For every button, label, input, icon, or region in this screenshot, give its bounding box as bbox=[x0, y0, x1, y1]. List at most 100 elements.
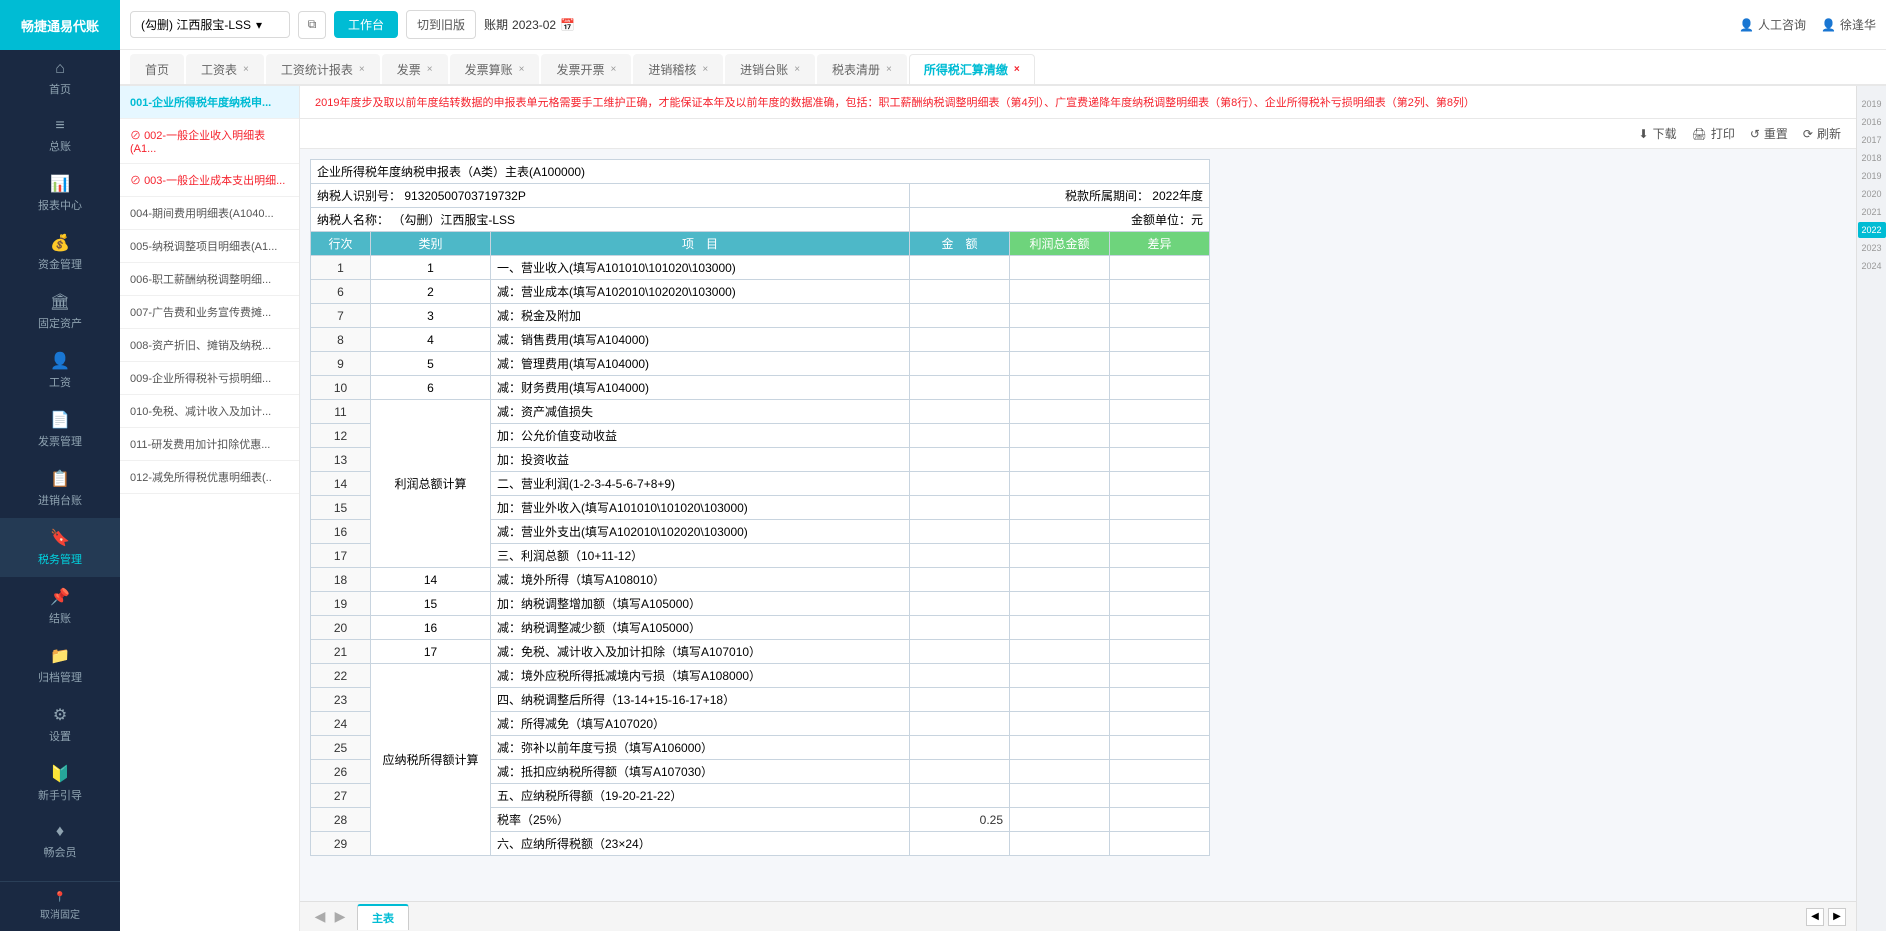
tab-salary[interactable]: 工资表 × bbox=[186, 54, 264, 84]
form-list-item-003[interactable]: ⊘ 003-一般企业成本支出明细... bbox=[120, 164, 299, 197]
row-amount-15[interactable] bbox=[910, 616, 1010, 640]
tab-close-icon[interactable]: × bbox=[519, 64, 525, 75]
tab-close-icon[interactable]: × bbox=[243, 64, 249, 75]
tab-salary-stats[interactable]: 工资统计报表 × bbox=[266, 54, 380, 84]
tab-close-icon[interactable]: × bbox=[359, 64, 365, 75]
hscroll-right[interactable]: ▶ bbox=[1828, 908, 1846, 926]
row-amount-16[interactable] bbox=[910, 640, 1010, 664]
row-amount-9[interactable] bbox=[910, 472, 1010, 496]
form-list-item-008[interactable]: 008-资产折旧、摊销及纳税... bbox=[120, 329, 299, 362]
form-list-item-006[interactable]: 006-职工薪酬纳税调整明细... bbox=[120, 263, 299, 296]
sidebar-item-invoice[interactable]: 📄 发票管理 bbox=[0, 400, 120, 459]
row-amount-22[interactable] bbox=[910, 784, 1010, 808]
download-button[interactable]: ⬇ 下载 bbox=[1639, 125, 1677, 142]
tab-close-icon[interactable]: × bbox=[427, 64, 433, 75]
sidebar-item-tax[interactable]: 🔖 税务管理 bbox=[0, 518, 120, 577]
sidebar-item-finance[interactable]: 💰 资金管理 bbox=[0, 223, 120, 282]
tab-purchase-ledger[interactable]: 进销台账 × bbox=[725, 54, 815, 84]
form-list-item-011[interactable]: 011-研发费用加计扣除优惠... bbox=[120, 428, 299, 461]
tab-invoice[interactable]: 发票 × bbox=[382, 54, 448, 84]
row-amount-21[interactable] bbox=[910, 760, 1010, 784]
sidebar-item-member[interactable]: ♦ 畅会员 bbox=[0, 813, 120, 870]
sheet-nav-prev[interactable]: ◀ bbox=[310, 907, 330, 927]
row-amount-3[interactable] bbox=[910, 328, 1010, 352]
tab-close-icon[interactable]: × bbox=[886, 64, 892, 75]
timeline-year-2020[interactable]: 2020 bbox=[1858, 186, 1886, 202]
sidebar-item-assets[interactable]: 🏛 固定资产 bbox=[0, 282, 120, 341]
row-amount-24[interactable] bbox=[910, 832, 1010, 856]
row-amount-12[interactable] bbox=[910, 544, 1010, 568]
row-amount-19[interactable] bbox=[910, 712, 1010, 736]
tab-close-icon[interactable]: × bbox=[1014, 64, 1020, 75]
tab-purchase-audit[interactable]: 进销稽核 × bbox=[633, 54, 723, 84]
form-list-item-007[interactable]: 007-广告费和业务宣传费摊... bbox=[120, 296, 299, 329]
user-profile[interactable]: 👤 徐逢华 bbox=[1821, 16, 1876, 33]
sidebar-item-archive[interactable]: 📁 归档管理 bbox=[0, 636, 120, 695]
tab-income-tax[interactable]: 所得税汇算清缴 × bbox=[909, 54, 1035, 84]
row-amount-17[interactable] bbox=[910, 664, 1010, 688]
hscroll-left[interactable]: ◀ bbox=[1806, 908, 1824, 926]
switch-version-button[interactable]: 切到旧版 bbox=[406, 10, 476, 39]
timeline-year-2017[interactable]: 2017 bbox=[1858, 132, 1886, 148]
timeline-year-2019-top[interactable]: 2019 bbox=[1858, 96, 1886, 112]
sheet-nav-next[interactable]: ▶ bbox=[330, 907, 350, 927]
sidebar-item-purchase[interactable]: 📋 进销台账 bbox=[0, 459, 120, 518]
copy-icon-btn[interactable]: ⧉ bbox=[298, 11, 326, 39]
tab-close-icon[interactable]: × bbox=[702, 64, 708, 75]
row-amount-7[interactable] bbox=[910, 424, 1010, 448]
print-button[interactable]: 🖨 打印 bbox=[1692, 125, 1735, 142]
sidebar-item-salary[interactable]: 👤 工资 bbox=[0, 341, 120, 400]
tab-home[interactable]: 首页 bbox=[130, 54, 184, 84]
tab-tax-table[interactable]: 税表清册 × bbox=[817, 54, 907, 84]
sidebar-item-guide[interactable]: 🔰 新手引导 bbox=[0, 754, 120, 813]
row-amount-0[interactable] bbox=[910, 256, 1010, 280]
tab-invoice-calc[interactable]: 发票算账 × bbox=[450, 54, 540, 84]
form-list-item-010[interactable]: 010-免税、减计收入及加计... bbox=[120, 395, 299, 428]
form-list-item-004[interactable]: 004-期间费用明细表(A1040... bbox=[120, 197, 299, 230]
sidebar-item-reports[interactable]: 📊 报表中心 bbox=[0, 164, 120, 223]
row-num-a: 17 bbox=[371, 640, 491, 664]
timeline-year-2018[interactable]: 2018 bbox=[1858, 150, 1886, 166]
sidebar-item-closing[interactable]: 📌 结账 bbox=[0, 577, 120, 636]
row-amount-23[interactable]: 0.25 bbox=[910, 808, 1010, 832]
reset-button[interactable]: ↺ 重置 bbox=[1750, 125, 1788, 142]
form-list-item-012[interactable]: 012-减免所得税优惠明细表(.. bbox=[120, 461, 299, 494]
row-amount-10[interactable] bbox=[910, 496, 1010, 520]
timeline-year-2019[interactable]: 2019 bbox=[1858, 168, 1886, 184]
timeline-year-2016[interactable]: 2016 bbox=[1858, 114, 1886, 130]
row-amount-4[interactable] bbox=[910, 352, 1010, 376]
form-list-item-001[interactable]: 001-企业所得税年度纳税申... bbox=[120, 86, 299, 119]
table-container[interactable]: 企业所得税年度纳税申报表（A类）主表(A100000) 纳税人识别号： 9132… bbox=[300, 149, 1856, 901]
tab-close-icon[interactable]: × bbox=[610, 64, 616, 75]
tab-close-icon[interactable]: × bbox=[794, 64, 800, 75]
form-list-item-002[interactable]: ⊘ 002-一般企业收入明细表(A1... bbox=[120, 119, 299, 164]
form-list-item-009[interactable]: 009-企业所得税补亏损明细... bbox=[120, 362, 299, 395]
sidebar-item-home[interactable]: ⌂ 首页 bbox=[0, 50, 120, 107]
timeline-year-2024[interactable]: 2024 bbox=[1858, 258, 1886, 274]
row-amount-1[interactable] bbox=[910, 280, 1010, 304]
tab-invoice-open[interactable]: 发票开票 × bbox=[541, 54, 631, 84]
timeline-year-2022[interactable]: 2022 bbox=[1858, 222, 1886, 238]
workbench-button[interactable]: 工作台 bbox=[334, 11, 398, 38]
sidebar-pin-btn[interactable]: 📍 取消固定 bbox=[0, 882, 120, 931]
service-btn[interactable]: 👤 人工咨询 bbox=[1739, 16, 1806, 33]
row-amount-2[interactable] bbox=[910, 304, 1010, 328]
row-amount-8[interactable] bbox=[910, 448, 1010, 472]
sidebar-item-ledger[interactable]: ≡ 总账 bbox=[0, 107, 120, 164]
row-amount-11[interactable] bbox=[910, 520, 1010, 544]
sidebar-item-settings[interactable]: ⚙ 设置 bbox=[0, 695, 120, 754]
row-amount-6[interactable] bbox=[910, 400, 1010, 424]
row-item-9: 二、营业利润(1-2-3-4-5-6-7+8+9) bbox=[491, 472, 910, 496]
refresh-button[interactable]: ⟳ 刷新 bbox=[1803, 125, 1841, 142]
timeline-year-2023[interactable]: 2023 bbox=[1858, 240, 1886, 256]
sheet-tab-main[interactable]: 主表 bbox=[357, 904, 409, 930]
row-amount-5[interactable] bbox=[910, 376, 1010, 400]
form-list-item-005[interactable]: 005-纳税调整项目明细表(A1... bbox=[120, 230, 299, 263]
row-num-5: 1 bbox=[311, 256, 371, 280]
timeline-year-2021[interactable]: 2021 bbox=[1858, 204, 1886, 220]
row-amount-20[interactable] bbox=[910, 736, 1010, 760]
company-selector[interactable]: (勾删) 江西服宝-LSS ▾ bbox=[130, 11, 290, 38]
row-amount-14[interactable] bbox=[910, 592, 1010, 616]
row-amount-18[interactable] bbox=[910, 688, 1010, 712]
row-amount-13[interactable] bbox=[910, 568, 1010, 592]
